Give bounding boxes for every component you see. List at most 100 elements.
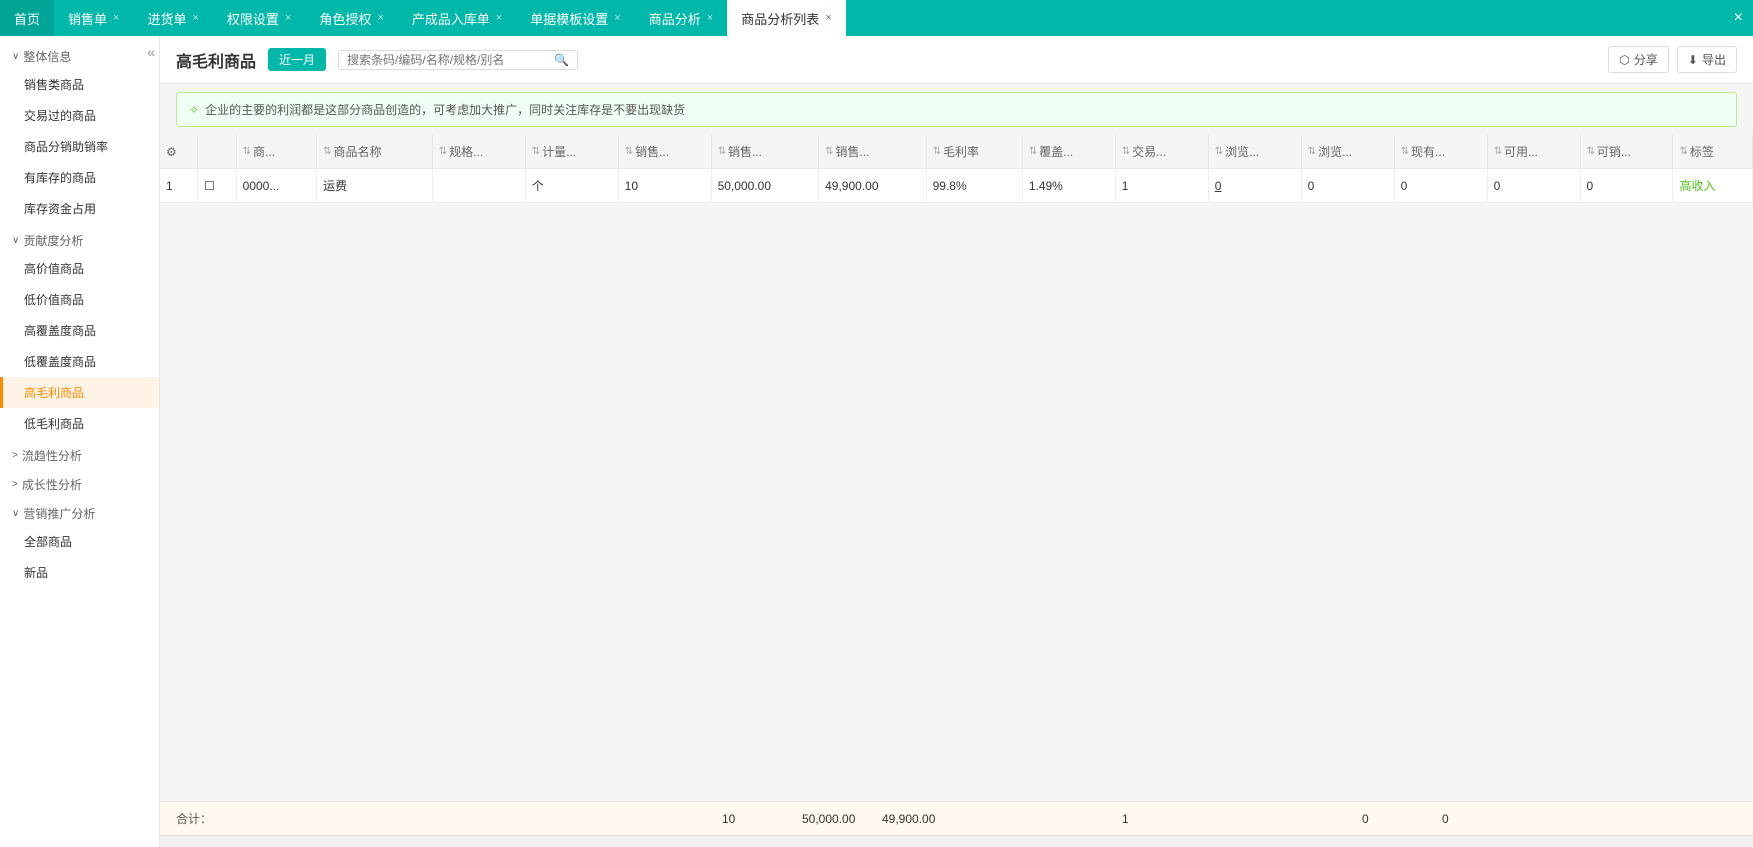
nav-close-icon[interactable]: × [192,12,198,24]
col-header-saleable[interactable]: ⇅可销... [1580,135,1673,169]
sidebar-item-库存资金占用[interactable]: 库存资金占用 [0,193,159,224]
footer-cell-5 [636,812,716,826]
cell-trade: 1 [1115,169,1208,203]
nav-close-icon[interactable]: × [377,12,383,24]
col-sort-icon: ⇅ [825,146,833,157]
nav-close-icon[interactable]: × [825,12,831,24]
col-sort-icon: ⇅ [1029,146,1037,157]
footer-cell-14: 0 [1356,812,1436,826]
col-sort-icon: ⇅ [1494,146,1502,157]
col-header-tag[interactable]: ⇅标签 [1673,135,1753,169]
sidebar-group-成长性分析[interactable]: >成长性分析 [0,468,159,497]
cell-tag[interactable]: 高收入 [1673,169,1753,203]
col-label: 覆盖... [1039,143,1073,160]
footer-cell-3 [476,812,556,826]
col-header-browse2[interactable]: ⇅浏览... [1301,135,1394,169]
nav-item-权限设置[interactable]: 权限设置× [213,0,305,36]
sidebar-collapse-button[interactable]: « [147,44,155,60]
nav-item-首页[interactable]: 首页 [0,0,54,36]
cell-saleable: 0 [1580,169,1673,203]
col-label: 销售... [836,143,870,160]
sidebar-item-高覆盖度商品[interactable]: 高覆盖度商品 [0,315,159,346]
col-label: 销售... [728,143,762,160]
sidebar-item-低价值商品[interactable]: 低价值商品 [0,284,159,315]
sidebar-item-全部商品[interactable]: 全部商品 [0,526,159,557]
cell-spec [432,169,525,203]
sidebar-group-整体信息[interactable]: ∨整体信息 [0,40,159,69]
sidebar-item-商品分销助销率[interactable]: 商品分销助销率 [0,131,159,162]
col-sort-icon: ⇅ [1308,146,1316,157]
nav-item-进货单[interactable]: 进货单× [133,0,212,36]
col-header-checkbox[interactable] [198,135,236,169]
col-header-grossRate[interactable]: ⇅毛利率 [926,135,1022,169]
nav-item-单据模板设置[interactable]: 单据模板设置× [516,0,634,36]
col-header-unit[interactable]: ⇅计量... [525,135,618,169]
col-header-trade[interactable]: ⇅交易... [1115,135,1208,169]
nav-item-角色授权[interactable]: 角色授权× [305,0,397,36]
footer-cell-17 [1596,812,1676,826]
cell-browse2: 0 [1301,169,1394,203]
cell-sales1: 10 [618,169,711,203]
col-header-sales3[interactable]: ⇅销售... [819,135,927,169]
nav-close-icon[interactable]: × [614,12,620,24]
footer-cell-10 [1036,812,1116,826]
nav-item-商品分析[interactable]: 商品分析× [635,0,727,36]
cell-browse1[interactable]: 0 [1208,169,1301,203]
col-header-available[interactable]: ⇅可用... [1487,135,1580,169]
sidebar-item-高毛利商品[interactable]: 高毛利商品 [0,377,159,408]
col-header-code[interactable]: ⇅商... [236,135,316,169]
footer-cell-7: 50,000.00 [796,812,876,826]
page-title: 高毛利商品 [176,48,256,72]
footer-values: 1050,000.0049,900.00100 [236,812,1737,826]
horizontal-scrollbar[interactable] [160,835,1753,847]
cell-grossRate: 99.8% [926,169,1022,203]
footer-cell-16 [1516,812,1596,826]
export-button[interactable]: ⬇ 导出 [1677,46,1737,73]
nav-item-产成品入库单[interactable]: 产成品入库单× [398,0,516,36]
col-sort-icon: ⇅ [933,146,941,157]
sidebar-item-交易过的商品[interactable]: 交易过的商品 [0,100,159,131]
col-header-settings[interactable]: ⚙ [160,135,198,169]
col-header-name[interactable]: ⇅商品名称 [317,135,433,169]
col-header-sales1[interactable]: ⇅销售... [618,135,711,169]
sidebar-group-贡献度分析[interactable]: ∨贡献度分析 [0,224,159,253]
nav-item-销售单[interactable]: 销售单× [54,0,133,36]
sidebar-item-低覆盖度商品[interactable]: 低覆盖度商品 [0,346,159,377]
col-sort-icon: ⇅ [1122,146,1130,157]
search-icon[interactable]: 🔍 [554,53,569,67]
nav-close-icon[interactable]: × [496,12,502,24]
nav-item-商品分析列表[interactable]: 商品分析列表× [727,0,845,36]
col-header-current[interactable]: ⇅现有... [1394,135,1487,169]
col-header-sales2[interactable]: ⇅销售... [711,135,819,169]
col-header-spec[interactable]: ⇅规格... [432,135,525,169]
search-input[interactable] [347,53,554,67]
col-label: 计量... [542,143,576,160]
footer-cell-9 [956,812,1036,826]
sidebar-item-高价值商品[interactable]: 高价值商品 [0,253,159,284]
share-button[interactable]: ⬡ 分享 [1608,46,1669,73]
footer-cell-6: 10 [716,812,796,826]
cell-unit: 个 [525,169,618,203]
filter-recent-month[interactable]: 近一月 [268,48,326,71]
col-header-browse1[interactable]: ⇅浏览... [1208,135,1301,169]
col-label: 交易... [1132,143,1166,160]
col-label: 可销... [1597,143,1631,160]
nav-close-icon[interactable]: × [707,12,713,24]
sidebar-group-流趋性分析[interactable]: >流趋性分析 [0,439,159,468]
search-box: 🔍 [338,50,578,70]
content-area: 高毛利商品 近一月 🔍 ⬡ 分享 ⬇ 导出 ✧ 企业的主要的利润都是这部分商品创… [160,36,1753,847]
col-header-cover[interactable]: ⇅覆盖... [1022,135,1115,169]
nav-close-icon[interactable]: × [113,12,119,24]
sidebar-item-低毛利商品[interactable]: 低毛利商品 [0,408,159,439]
cell-checkbox: ☐ [198,169,236,203]
close-all-button[interactable]: × [1734,9,1743,27]
sidebar-item-新品[interactable]: 新品 [0,557,159,588]
sidebar-item-有库存的商品[interactable]: 有库存的商品 [0,162,159,193]
cell-code: 0000... [236,169,316,203]
col-label: 商... [253,143,275,160]
group-title: 贡献度分析 [23,232,83,249]
sidebar-group-营销推广分析[interactable]: ∨营销推广分析 [0,497,159,526]
col-label: 浏览... [1318,143,1352,160]
nav-close-icon[interactable]: × [285,12,291,24]
sidebar-item-销售类商品[interactable]: 销售类商品 [0,69,159,100]
